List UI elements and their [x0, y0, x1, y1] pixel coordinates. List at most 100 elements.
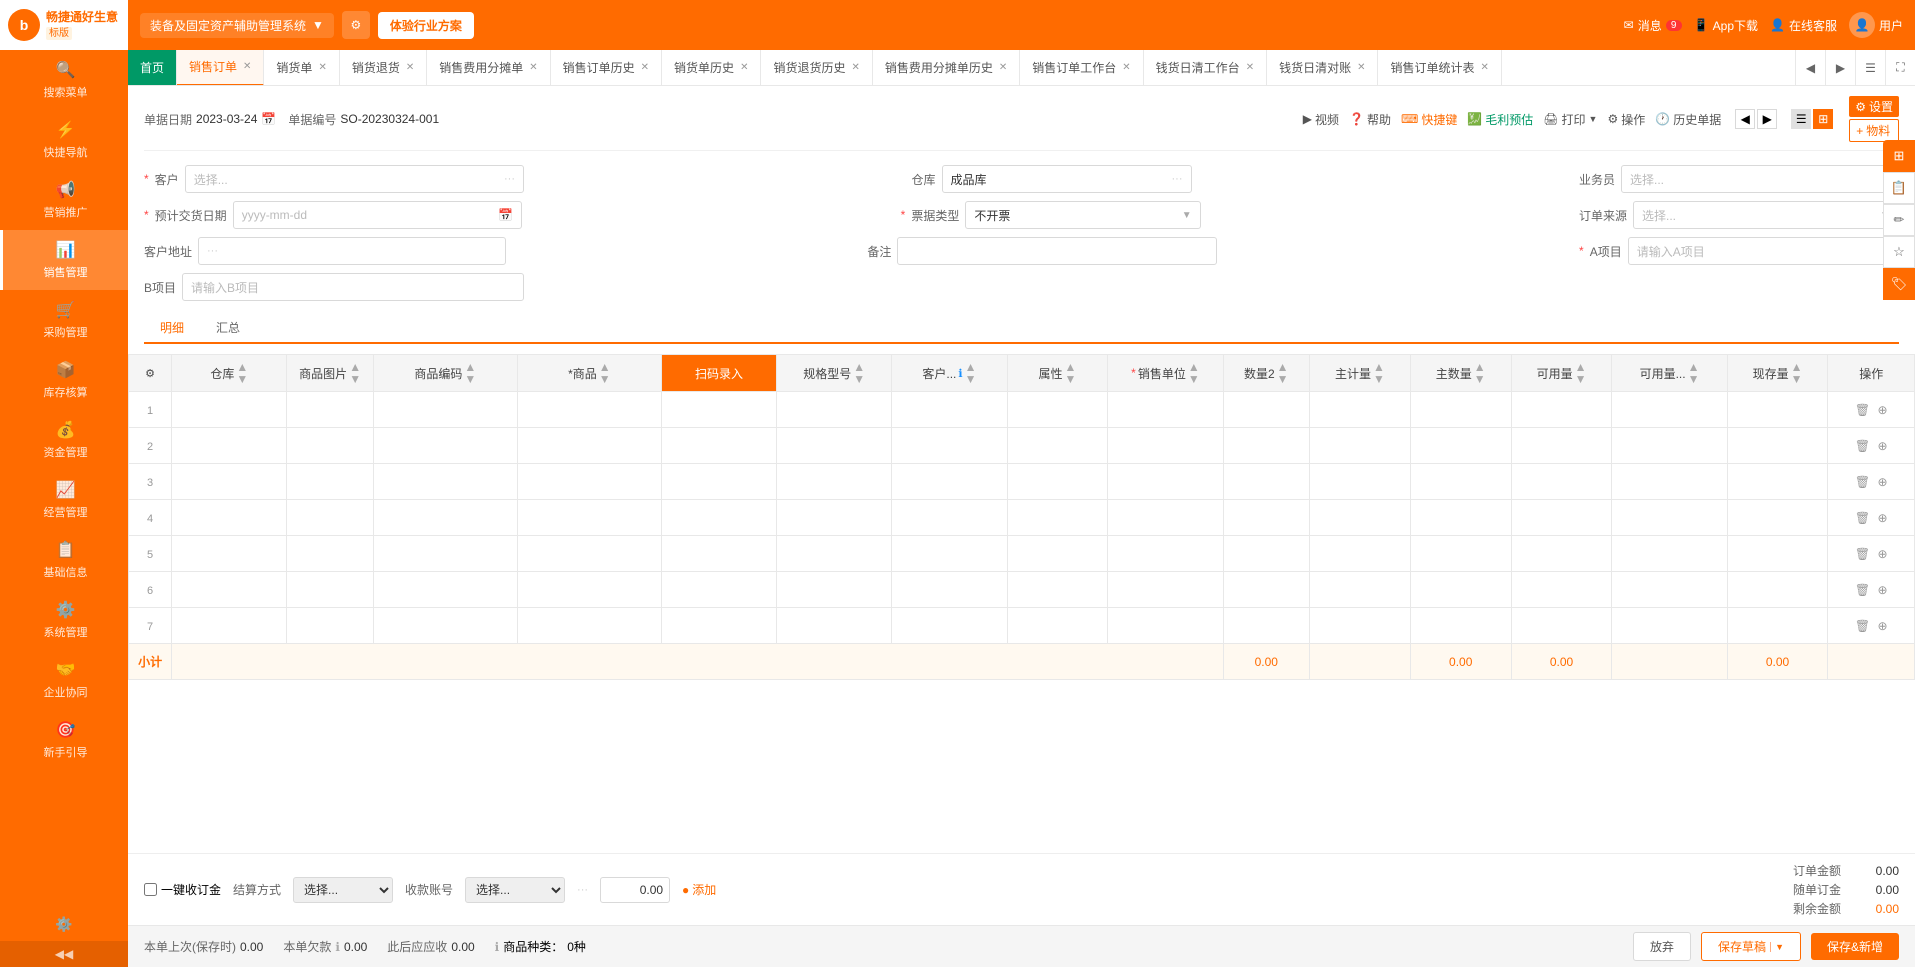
row-2-avail2[interactable] [1612, 428, 1727, 464]
row-6-goods[interactable] [517, 572, 661, 608]
row-7-avail[interactable] [1511, 608, 1612, 644]
address-more-icon[interactable]: ··· [207, 245, 218, 257]
row-2-stock[interactable] [1727, 428, 1828, 464]
tab-daily-reconcile-close[interactable]: ✕ [1357, 62, 1365, 73]
calendar-icon[interactable]: 📅 [261, 112, 276, 126]
row-4-stock[interactable] [1727, 500, 1828, 536]
row-4-main-calc[interactable] [1309, 500, 1410, 536]
sort-code[interactable]: ▲▼ [464, 361, 476, 385]
row-3-delete-icon[interactable]: 🗑 [1855, 475, 1870, 489]
sidebar-item-base-info[interactable]: 📋 基础信息 [0, 530, 128, 590]
tab-sales-return[interactable]: 销货退货 ✕ [340, 50, 427, 86]
row-3-image[interactable] [287, 464, 373, 500]
row-6-code[interactable] [373, 572, 517, 608]
sort-avail[interactable]: ▲▼ [1575, 361, 1587, 385]
row-7-copy-icon[interactable]: ⊕ [1877, 619, 1887, 633]
row-5-unit[interactable] [1108, 536, 1223, 572]
row-6-image[interactable] [287, 572, 373, 608]
row-2-image[interactable] [287, 428, 373, 464]
order-source-input[interactable]: 选择... ▼ [1633, 201, 1899, 229]
view-btn[interactable]: ▶ 视频 [1303, 111, 1339, 128]
th-settings[interactable]: ⚙ [129, 355, 172, 392]
row-7-spec[interactable] [777, 608, 892, 644]
row-2-main-qty[interactable] [1410, 428, 1511, 464]
row-4-avail2[interactable] [1612, 500, 1727, 536]
row-4-main-qty[interactable] [1410, 500, 1511, 536]
row-4-warehouse[interactable] [172, 500, 287, 536]
row-1-customer-code[interactable] [892, 392, 1007, 428]
sort-warehouse[interactable]: ▲▼ [236, 361, 248, 385]
row-7-customer-code[interactable] [892, 608, 1007, 644]
row-5-spec[interactable] [777, 536, 892, 572]
sidebar-item-system[interactable]: ⚙️ 系统管理 [0, 590, 128, 650]
system-selector[interactable]: 装备及固定资产辅助管理系统 ▼ [140, 13, 334, 38]
info-icon[interactable]: ℹ [958, 367, 962, 380]
profit-btn[interactable]: 💹 毛利预估 [1467, 111, 1533, 128]
th-goods[interactable]: *商品 ▲▼ [517, 355, 661, 392]
th-customer-code[interactable]: 客户... ℹ ▲▼ [892, 355, 1007, 392]
tab-sales-stats[interactable]: 销售订单统计表 ✕ [1378, 50, 1501, 86]
customer-more-icon[interactable]: ··· [504, 173, 515, 185]
row-7-main-calc[interactable] [1309, 608, 1410, 644]
tab-order-workbench-close[interactable]: ✕ [1122, 62, 1130, 73]
add-material-btn[interactable]: + 物料 [1849, 119, 1899, 142]
th-stock[interactable]: 现存量 ▲▼ [1727, 355, 1828, 392]
tab-detail[interactable]: 明细 [144, 313, 200, 344]
row-7-avail2[interactable] [1612, 608, 1727, 644]
row-5-warehouse[interactable] [172, 536, 287, 572]
edge-btn-grid[interactable]: ⊞ [1883, 140, 1915, 172]
warehouse-more-icon[interactable]: ··· [1172, 173, 1183, 185]
save-draft-dropdown-icon[interactable]: ▼ [1770, 942, 1784, 952]
row-6-warehouse[interactable] [172, 572, 287, 608]
row-2-goods[interactable] [517, 428, 661, 464]
sort-main-calc[interactable]: ▲▼ [1373, 361, 1385, 385]
row-3-customer-code[interactable] [892, 464, 1007, 500]
sidebar-settings-btn[interactable]: ⚙️ [0, 908, 128, 941]
row-6-avail[interactable] [1511, 572, 1612, 608]
row-2-code[interactable] [373, 428, 517, 464]
th-warehouse[interactable]: 仓库 ▲▼ [172, 355, 287, 392]
row-1-spec[interactable] [777, 392, 892, 428]
sidebar-item-guide[interactable]: 🎯 新手引导 [0, 710, 128, 770]
row-2-attr[interactable] [1007, 428, 1108, 464]
row-3-scan[interactable] [661, 464, 776, 500]
sort-qty2[interactable]: ▲▼ [1277, 361, 1289, 385]
row-7-qty2[interactable] [1223, 608, 1309, 644]
app-download-btn[interactable]: 📱 App下载 [1694, 17, 1758, 34]
tab-home[interactable]: 首页 [128, 50, 177, 86]
row-6-attr[interactable] [1007, 572, 1108, 608]
row-1-avail[interactable] [1511, 392, 1612, 428]
b-project-input[interactable]: 请输入B项目 [182, 273, 524, 301]
row-7-goods[interactable] [517, 608, 661, 644]
row-4-copy-icon[interactable]: ⊕ [1877, 511, 1887, 525]
row-4-delete-icon[interactable]: 🗑 [1855, 511, 1870, 525]
sidebar-item-enterprise[interactable]: 🤝 企业协同 [0, 650, 128, 710]
tab-prev-btn[interactable]: ◀ [1795, 50, 1825, 86]
tab-sales-order[interactable]: 销售订单 ✕ [177, 50, 264, 86]
save-draft-btn[interactable]: 保存草稿 ▼ [1701, 932, 1801, 961]
row-3-copy-icon[interactable]: ⊕ [1877, 475, 1887, 489]
current-save-info-icon[interactable]: ℹ [335, 940, 340, 954]
row-6-customer-code[interactable] [892, 572, 1007, 608]
shortcut-btn[interactable]: ⌨ 快捷键 [1401, 111, 1457, 128]
sidebar-item-search[interactable]: 🔍 搜索菜单 [0, 50, 128, 110]
save-new-btn[interactable]: 保存&新增 [1811, 933, 1899, 960]
row-7-stock[interactable] [1727, 608, 1828, 644]
row-1-qty2[interactable] [1223, 392, 1309, 428]
row-3-spec[interactable] [777, 464, 892, 500]
row-7-main-qty[interactable] [1410, 608, 1511, 644]
tab-slip-history-close[interactable]: ✕ [740, 62, 748, 73]
row-6-qty2[interactable] [1223, 572, 1309, 608]
account-more-icon[interactable]: ··· [577, 884, 588, 896]
tab-daily-reconcile[interactable]: 钱货日清对账 ✕ [1267, 50, 1378, 86]
tab-return-history-close[interactable]: ✕ [851, 62, 859, 73]
row-2-warehouse[interactable] [172, 428, 287, 464]
row-6-avail2[interactable] [1612, 572, 1727, 608]
row-1-copy-icon[interactable]: ⊕ [1877, 403, 1887, 417]
row-4-image[interactable] [287, 500, 373, 536]
row-2-qty2[interactable] [1223, 428, 1309, 464]
row-2-copy-icon[interactable]: ⊕ [1877, 439, 1887, 453]
row-5-customer-code[interactable] [892, 536, 1007, 572]
row-2-scan[interactable] [661, 428, 776, 464]
row-1-main-qty[interactable] [1410, 392, 1511, 428]
